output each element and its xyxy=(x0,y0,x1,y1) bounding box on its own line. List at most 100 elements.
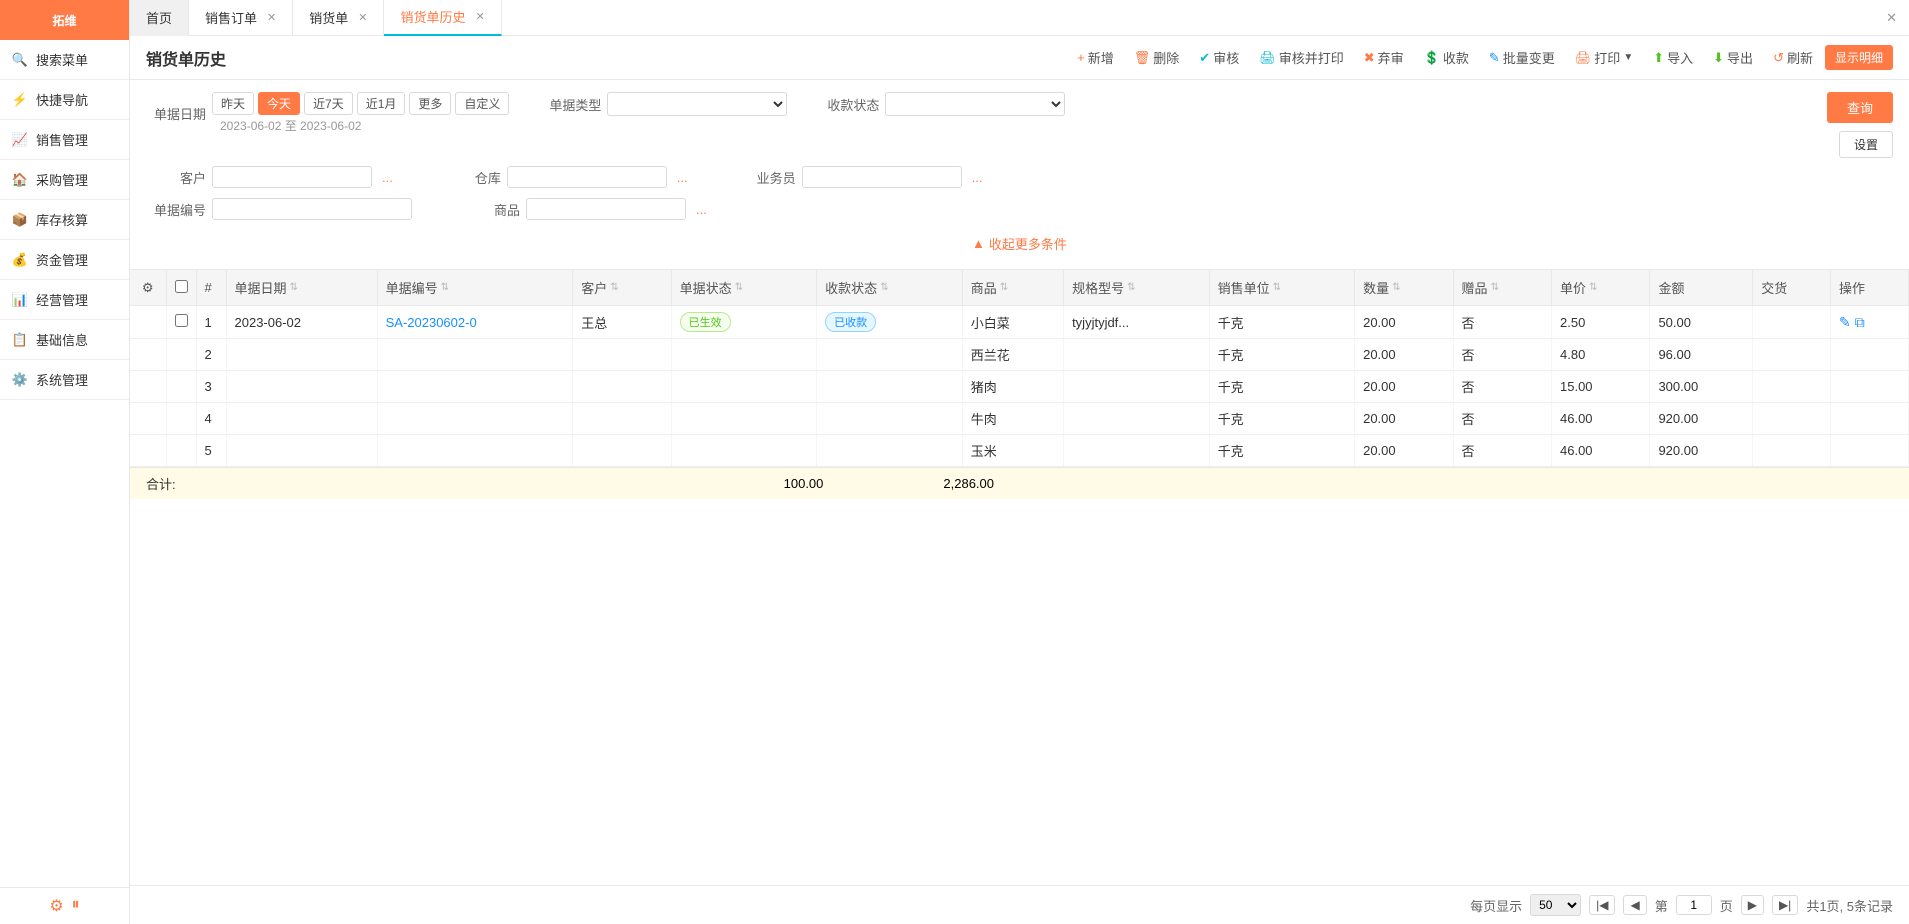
sidebar-collapse-btn[interactable]: ⏸ xyxy=(72,896,80,916)
collect-button[interactable]: 💲 收款 xyxy=(1416,44,1477,71)
td-checkbox[interactable] xyxy=(166,403,196,435)
page-number-input[interactable] xyxy=(1676,895,1712,915)
audit-button[interactable]: ✔ 审核 xyxy=(1191,44,1247,71)
import-button[interactable]: ⬆ 导入 xyxy=(1645,44,1701,71)
tab-sales-order[interactable]: 销售订单 ✕ xyxy=(189,0,293,36)
table-header-row: ⚙ # 单据日期⇅ 单据编号⇅ 客户⇅ 单据状态⇅ 收款状态⇅ 商品⇅ 规格型号… xyxy=(130,270,1909,306)
refresh-button[interactable]: ↺ 刷新 xyxy=(1765,44,1821,71)
td-checkbox[interactable] xyxy=(166,306,196,339)
tab-home[interactable]: 首页 xyxy=(130,0,189,36)
sort-icon-date: ⇅ xyxy=(290,282,298,293)
salesperson-dots[interactable]: ... xyxy=(972,170,983,185)
date-btn-1month[interactable]: 近1月 xyxy=(357,92,406,115)
sidebar-item-fund-mgmt[interactable]: 💰 资金管理 xyxy=(0,240,129,280)
goods-dots[interactable]: ... xyxy=(696,202,707,217)
date-btn-custom[interactable]: 自定义 xyxy=(455,92,509,115)
collapse-button[interactable]: ▲ 收起更多条件 xyxy=(146,230,1893,257)
next-page-btn[interactable]: ▶ xyxy=(1741,895,1764,915)
tab-sales-goods-close[interactable]: ✕ xyxy=(358,11,367,24)
th-amount[interactable]: 金额 xyxy=(1650,270,1753,306)
query-button[interactable]: 查询 xyxy=(1827,92,1893,123)
stock-icon: 📦 xyxy=(12,212,28,228)
sidebar-settings-btn[interactable]: ⚙ xyxy=(49,896,63,916)
td-doc-no xyxy=(377,435,573,467)
fund-icon: 💰 xyxy=(12,252,28,268)
add-button[interactable]: + 新增 xyxy=(1069,44,1122,71)
td-checkbox[interactable] xyxy=(166,371,196,403)
tab-sales-goods[interactable]: 销货单 ✕ xyxy=(293,0,384,36)
tab-sales-history-close[interactable]: ✕ xyxy=(476,10,485,23)
th-doc-date[interactable]: 单据日期⇅ xyxy=(226,270,377,306)
td-index: 4 xyxy=(196,403,226,435)
query-settings-group: 查询 设置 xyxy=(1827,92,1893,158)
sidebar-item-quick-nav[interactable]: ⚡ 快捷导航 xyxy=(0,80,129,120)
th-doc-no[interactable]: 单据编号⇅ xyxy=(377,270,573,306)
goods-input[interactable] xyxy=(526,198,686,220)
salesperson-input[interactable] xyxy=(802,166,962,188)
doc-no-link[interactable]: SA-20230602-0 xyxy=(386,315,477,330)
settings-button[interactable]: 设置 xyxy=(1839,131,1893,158)
table-row: 4 牛肉 千克 20.00 否 46.00 920.00 xyxy=(130,403,1909,435)
doc-type-select[interactable] xyxy=(607,92,787,116)
tab-sales-history[interactable]: 销货单历史 ✕ xyxy=(384,0,501,36)
select-all-checkbox[interactable] xyxy=(175,280,188,293)
show-detail-button[interactable]: 显示明细 xyxy=(1825,45,1893,70)
delete-button[interactable]: 🗑 删除 xyxy=(1126,44,1188,71)
td-quantity: 20.00 xyxy=(1355,306,1453,339)
sidebar-item-sales-mgmt[interactable]: 📈 销售管理 xyxy=(0,120,129,160)
tab-close-all-btn[interactable]: ✕ xyxy=(1874,10,1909,26)
first-page-btn[interactable]: |◀ xyxy=(1589,895,1615,915)
sidebar-item-search-menu[interactable]: 🔍 搜索菜单 xyxy=(0,40,129,80)
th-sales-unit[interactable]: 销售单位⇅ xyxy=(1209,270,1355,306)
th-checkbox[interactable] xyxy=(166,270,196,306)
td-settings xyxy=(130,435,166,467)
sidebar-item-basic-info[interactable]: 📋 基础信息 xyxy=(0,320,129,360)
td-settings xyxy=(130,403,166,435)
tab-sales-order-close[interactable]: ✕ xyxy=(267,11,276,24)
th-spec[interactable]: 规格型号⇅ xyxy=(1064,270,1210,306)
export-button[interactable]: ⬇ 导出 xyxy=(1705,44,1761,71)
th-quantity[interactable]: 数量⇅ xyxy=(1355,270,1453,306)
date-btn-7days[interactable]: 近7天 xyxy=(304,92,353,115)
edit-btn[interactable]: ✎ xyxy=(1839,314,1851,331)
batch-change-button[interactable]: ✎ 批量变更 xyxy=(1481,44,1563,71)
collect-status-select[interactable] xyxy=(885,92,1065,116)
sidebar-item-sys-mgmt[interactable]: ⚙️ 系统管理 xyxy=(0,360,129,400)
goods-label: 商品 xyxy=(460,200,520,219)
td-collect-status xyxy=(817,339,963,371)
per-page-select[interactable]: 50 20 100 xyxy=(1530,894,1581,916)
last-page-btn[interactable]: ▶| xyxy=(1772,895,1798,915)
th-unit-price[interactable]: 单价⇅ xyxy=(1552,270,1650,306)
print-button[interactable]: 🖨 打印 ▼ xyxy=(1567,44,1641,71)
tab-sales-history-label: 销货单历史 xyxy=(400,7,465,26)
warehouse-input[interactable] xyxy=(507,166,667,188)
th-settings[interactable]: ⚙ xyxy=(130,270,166,306)
td-doc-date: 2023-06-02 xyxy=(226,306,377,339)
row-checkbox[interactable] xyxy=(175,314,188,327)
td-customer xyxy=(573,371,671,403)
customer-input[interactable] xyxy=(212,166,372,188)
sidebar-item-purchase-mgmt[interactable]: 🏠 采购管理 xyxy=(0,160,129,200)
prev-page-btn[interactable]: ◀ xyxy=(1623,895,1646,915)
warehouse-dots[interactable]: ... xyxy=(677,170,688,185)
audit-print-button[interactable]: 🖨 审核并打印 xyxy=(1251,44,1352,71)
td-checkbox[interactable] xyxy=(166,339,196,371)
doc-no-label: 单据编号 xyxy=(146,200,206,219)
total-label: 合计: xyxy=(146,474,176,493)
date-btn-yesterday[interactable]: 昨天 xyxy=(212,92,254,115)
doc-no-input[interactable] xyxy=(212,198,412,220)
th-goods[interactable]: 商品⇅ xyxy=(962,270,1063,306)
copy-btn[interactable]: ⧉ xyxy=(1855,314,1865,331)
abandon-button[interactable]: ✖ 弃审 xyxy=(1356,44,1412,71)
th-collect-status[interactable]: 收款状态⇅ xyxy=(817,270,963,306)
td-checkbox[interactable] xyxy=(166,435,196,467)
date-btn-today[interactable]: 今天 xyxy=(258,92,300,115)
date-btn-more[interactable]: 更多 xyxy=(409,92,451,115)
th-customer[interactable]: 客户⇅ xyxy=(573,270,671,306)
customer-dots[interactable]: ... xyxy=(382,170,393,185)
th-gift[interactable]: 赠品⇅ xyxy=(1453,270,1551,306)
doc-status-badge: 已生效 xyxy=(680,312,731,332)
sidebar-item-ops-mgmt[interactable]: 📊 经营管理 xyxy=(0,280,129,320)
th-doc-status[interactable]: 单据状态⇅ xyxy=(671,270,817,306)
sidebar-item-stock-calc[interactable]: 📦 库存核算 xyxy=(0,200,129,240)
